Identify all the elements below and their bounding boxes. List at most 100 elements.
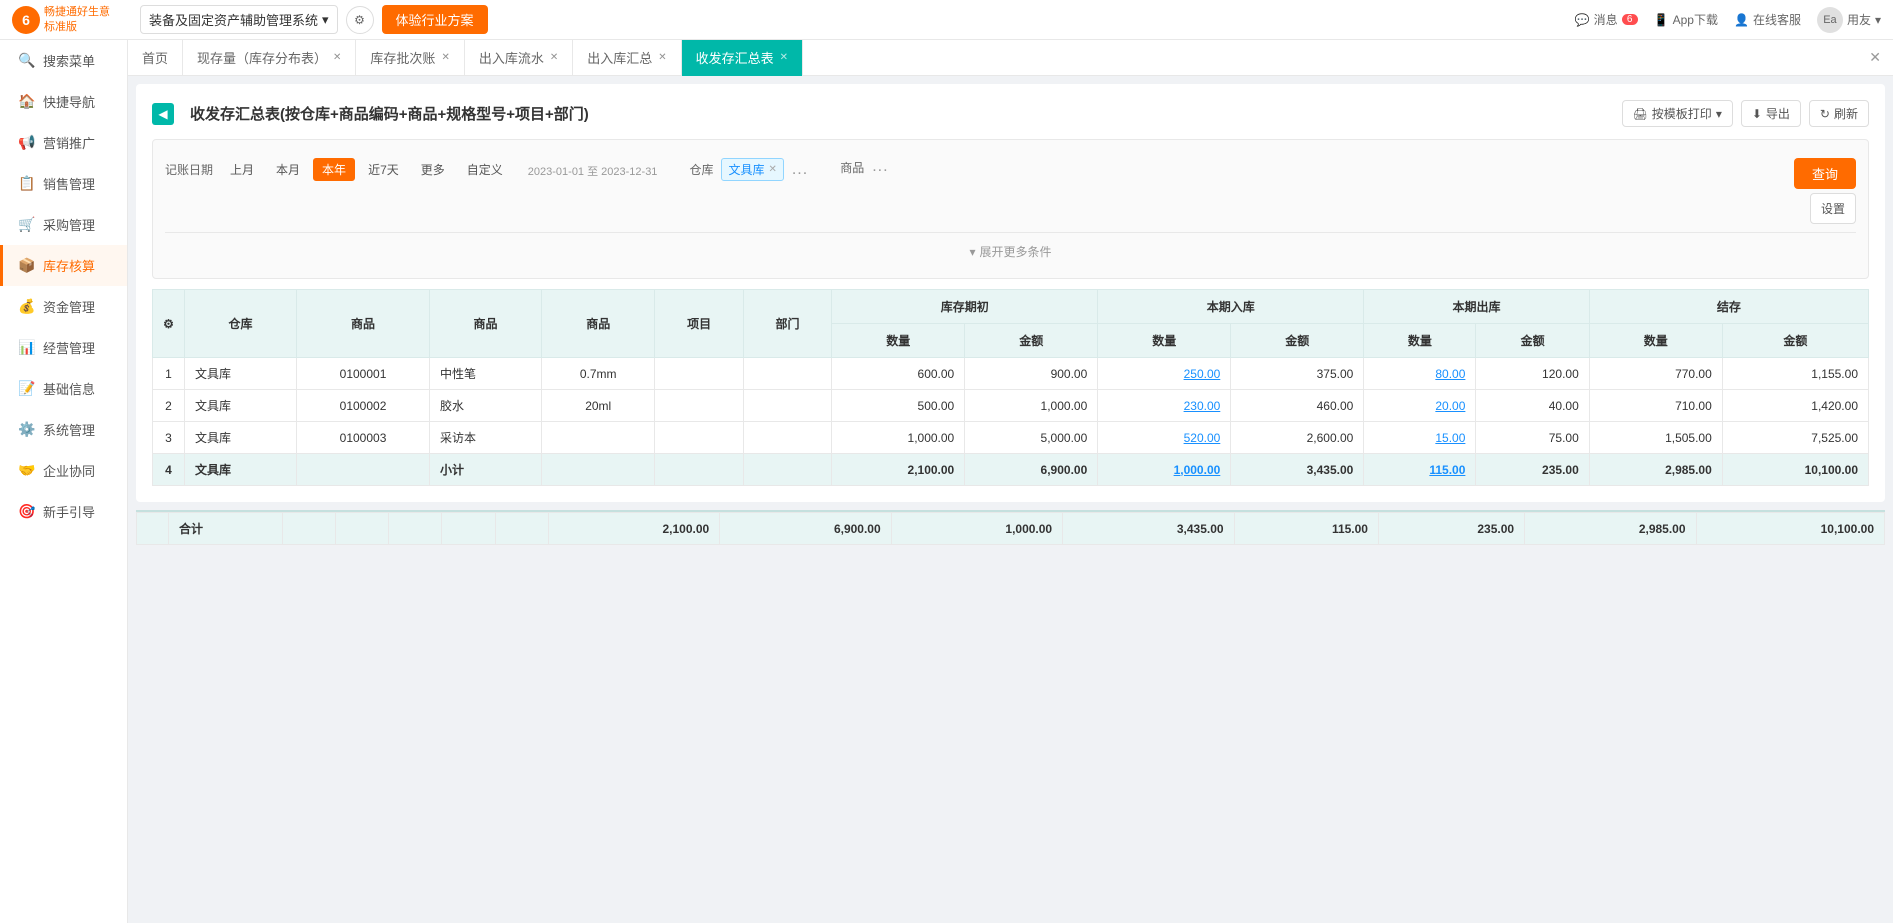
total-out-qty: 115.00 <box>1234 513 1378 545</box>
date-btn-custom[interactable]: 自定义 <box>458 158 512 181</box>
tab-recv-send-summary-close[interactable]: ✕ <box>780 52 788 63</box>
row-close-amt: 1,420.00 <box>1722 390 1868 422</box>
sidebar-item-marketing[interactable]: 📢 营销推广 <box>0 122 127 163</box>
sidebar-item-base-info[interactable]: 📝 基础信息 <box>0 368 127 409</box>
date-btn-this-month[interactable]: 本月 <box>267 158 309 181</box>
collapse-toggle[interactable]: ◀ <box>152 103 174 125</box>
inventory-icon: 📦 <box>19 258 35 274</box>
sidebar: 🔍 搜索菜单 🏠 快捷导航 📢 营销推广 📋 销售管理 🛒 采购管理 📦 <box>0 40 128 923</box>
data-table: ⚙ 仓库 商品 商品 商品 项目 部门 库存期初 本期入库 <box>152 289 1869 486</box>
total-close-amt: 10,100.00 <box>1696 513 1884 545</box>
settings-button[interactable]: ⚙ <box>346 6 374 34</box>
sales-icon: 📋 <box>19 176 35 192</box>
home-icon: 🏠 <box>19 94 35 110</box>
row-warehouse: 文具库 <box>185 422 297 454</box>
user-chevron-icon: ▾ <box>1875 13 1881 27</box>
subtotal-no: 4 <box>153 454 185 486</box>
export-icon: ⬇ <box>1752 107 1762 121</box>
sidebar-item-newcomer[interactable]: 🎯 新手引导 <box>0 491 127 532</box>
sidebar-item-quick-nav[interactable]: 🏠 快捷导航 <box>0 81 127 122</box>
online-service-button[interactable]: 👤 在线客服 <box>1734 11 1801 28</box>
message-button[interactable]: 💬 消息 6 <box>1575 11 1638 28</box>
row-goods-name: 采访本 <box>430 422 542 454</box>
tab-bar: 首页 现存量（库存分布表） ✕ 库存批次账 ✕ 出入库流水 ✕ 出入库汇总 ✕ <box>128 40 1893 76</box>
table-container: ⚙ 仓库 商品 商品 商品 项目 部门 库存期初 本期入库 <box>152 289 1869 486</box>
row-goods-spec: 20ml <box>542 390 655 422</box>
warehouse-filter: 仓库 文具库 ✕ ... <box>689 158 808 181</box>
sidebar-item-search[interactable]: 🔍 搜索菜单 <box>0 40 127 81</box>
tab-in-out-flow-close[interactable]: ✕ <box>550 52 558 63</box>
col-goods-name: 商品 <box>430 290 542 358</box>
tab-in-out-summary-close[interactable]: ✕ <box>658 52 666 63</box>
warehouse-tag[interactable]: 文具库 ✕ <box>721 158 783 181</box>
date-btn-more[interactable]: 更多 <box>412 158 454 181</box>
row-in-amt: 375.00 <box>1231 358 1364 390</box>
print-button[interactable]: 🖨 按模板打印 ▾ <box>1622 100 1733 127</box>
print-chevron-icon: ▾ <box>1716 107 1722 121</box>
row-in-amt: 2,600.00 <box>1231 422 1364 454</box>
total-no <box>137 513 169 545</box>
row-out-qty[interactable]: 20.00 <box>1364 390 1476 422</box>
subtotal-in-amt: 3,435.00 <box>1231 454 1364 486</box>
subtotal-empty <box>297 454 430 486</box>
table-settings-col[interactable]: ⚙ <box>153 290 185 358</box>
tab-batch-ledger-label: 库存批次账 <box>370 48 435 67</box>
row-in-qty[interactable]: 250.00 <box>1098 358 1231 390</box>
row-goods-spec <box>542 422 655 454</box>
warehouse-more-btn[interactable]: ... <box>792 161 808 179</box>
tab-recv-send-summary[interactable]: 收发存汇总表 ✕ <box>682 40 803 76</box>
base-info-icon: 📝 <box>19 381 35 397</box>
row-out-amt: 120.00 <box>1476 358 1589 390</box>
filter-settings-button[interactable]: 设置 <box>1810 193 1856 224</box>
export-button[interactable]: ⬇ 导出 <box>1741 100 1801 127</box>
content-area: 首页 现存量（库存分布表） ✕ 库存批次账 ✕ 出入库流水 ✕ 出入库汇总 ✕ <box>128 40 1893 923</box>
user-area[interactable]: Ea 用友 ▾ <box>1817 7 1881 33</box>
warehouse-tag-close[interactable]: ✕ <box>768 164 776 175</box>
col-warehouse: 仓库 <box>185 290 297 358</box>
col-goods-code: 商品 <box>297 290 430 358</box>
subtotal-in-qty[interactable]: 1,000.00 <box>1098 454 1231 486</box>
query-button[interactable]: 查询 <box>1794 158 1856 189</box>
search-icon: 🔍 <box>19 53 35 69</box>
tab-batch-ledger-close[interactable]: ✕ <box>441 52 449 63</box>
sidebar-item-system[interactable]: ⚙️ 系统管理 <box>0 409 127 450</box>
row-out-qty[interactable]: 80.00 <box>1364 358 1476 390</box>
subtotal-out-qty[interactable]: 115.00 <box>1364 454 1476 486</box>
top-bar: 6 畅捷通好生意 标准版 装备及固定资产辅助管理系统 ▾ ⚙ 体验行业方案 💬 … <box>0 0 1893 40</box>
row-in-qty[interactable]: 230.00 <box>1098 390 1231 422</box>
date-btn-7days[interactable]: 近7天 <box>359 158 408 181</box>
sidebar-item-inventory[interactable]: 📦 库存核算 <box>0 245 127 286</box>
sidebar-item-label: 基础信息 <box>43 379 95 398</box>
sidebar-item-sales[interactable]: 📋 销售管理 <box>0 163 127 204</box>
col-in-qty: 数量 <box>1098 324 1231 358</box>
sidebar-item-enterprise[interactable]: 🤝 企业协同 <box>0 450 127 491</box>
tab-batch-ledger[interactable]: 库存批次账 ✕ <box>356 40 464 76</box>
page-wrapper: ◀ 收发存汇总表(按仓库+商品编码+商品+规格型号+项目+部门) 🖨 按模板打印… <box>136 84 1885 502</box>
tab-bar-close-all[interactable]: ✕ <box>1857 40 1893 76</box>
purchase-icon: 🛒 <box>19 217 35 233</box>
online-service-label: 在线客服 <box>1753 11 1801 28</box>
sidebar-item-finance[interactable]: 💰 资金管理 <box>0 286 127 327</box>
tab-in-out-flow[interactable]: 出入库流水 ✕ <box>465 40 573 76</box>
row-close-amt: 7,525.00 <box>1722 422 1868 454</box>
row-close-qty: 710.00 <box>1589 390 1722 422</box>
tab-home[interactable]: 首页 <box>128 40 183 76</box>
system-title-dropdown[interactable]: 装备及固定资产辅助管理系统 ▾ <box>140 5 338 34</box>
tab-in-out-summary[interactable]: 出入库汇总 ✕ <box>573 40 681 76</box>
refresh-button[interactable]: ↻ 刷新 <box>1809 100 1869 127</box>
date-btn-this-year[interactable]: 本年 <box>313 158 355 181</box>
table-row: 1 文具库 0100001 中性笔 0.7mm 600.00 900.00 <box>153 358 1869 390</box>
tab-inventory-dist[interactable]: 现存量（库存分布表） ✕ <box>183 40 356 76</box>
row-out-qty[interactable]: 15.00 <box>1364 422 1476 454</box>
date-shortcuts: 上月 本月 本年 近7天 更多 自定义 <box>221 158 512 181</box>
row-close-qty: 1,505.00 <box>1589 422 1722 454</box>
app-download-button[interactable]: 📱 App下载 <box>1654 11 1718 28</box>
trial-button[interactable]: 体验行业方案 <box>382 5 488 34</box>
sidebar-item-purchase[interactable]: 🛒 采购管理 <box>0 204 127 245</box>
goods-more-btn[interactable]: ... <box>872 158 888 176</box>
row-in-qty[interactable]: 520.00 <box>1098 422 1231 454</box>
tab-inventory-dist-close[interactable]: ✕ <box>333 52 341 63</box>
sidebar-item-operations[interactable]: 📊 经营管理 <box>0 327 127 368</box>
expand-conditions-button[interactable]: ▾ 展开更多条件 <box>969 243 1051 260</box>
date-btn-last-month[interactable]: 上月 <box>221 158 263 181</box>
